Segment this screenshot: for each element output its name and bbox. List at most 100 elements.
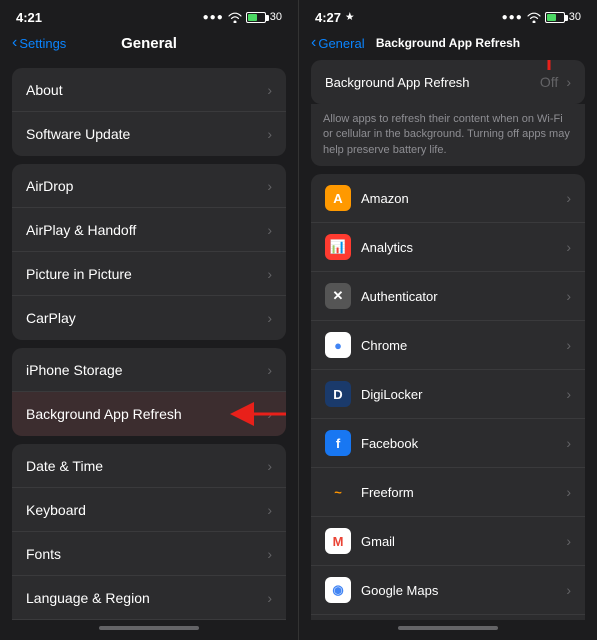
app-icon: ✕ [325,283,351,309]
left-screen: 4:21 ●●● 30 ‹ Settings General Ab [0,0,298,640]
left-status-icons: ●●● 30 [203,11,282,23]
left-settings-scroll[interactable]: About › Software Update › AirDrop › AirP… [0,60,298,620]
app-row[interactable]: A Amazon › [311,174,585,223]
wifi-icon [228,12,242,23]
toggle-value: Off [540,74,558,90]
row-software-update[interactable]: Software Update › [12,112,286,156]
apps-section: A Amazon › 📊 Analytics › ✕ Authenticator › ● Chrom… [311,174,585,620]
left-time: 4:21 [16,10,42,25]
left-back-button[interactable]: ‹ Settings [12,34,66,52]
app-icon: ● [325,332,351,358]
row-airdrop[interactable]: AirDrop › [12,164,286,208]
row-date-time[interactable]: Date & Time › [12,444,286,488]
signal-dots-icon: ●●● [502,12,523,23]
chevron-icon: › [566,74,571,90]
app-row[interactable]: f Facebook › [311,419,585,468]
home-indicator [0,620,298,640]
chevron-icon: › [566,484,571,500]
chevron-left-icon: ‹ [311,34,316,52]
right-content[interactable]: Background App Refresh Off › Allow apps … [299,60,597,620]
app-row[interactable]: ● Chrome › [311,321,585,370]
right-time: 4:27 [315,10,341,25]
chevron-icon: › [267,362,272,378]
app-row[interactable]: ~ Freeform › [311,468,585,517]
app-name: Chrome [361,338,562,353]
app-icon: D [325,381,351,407]
section-storage: iPhone Storage › Background App Refresh … [12,348,286,436]
chevron-icon: › [267,266,272,282]
red-arrow-up [535,60,563,72]
app-icon: A [325,185,351,211]
chevron-icon: › [267,310,272,326]
info-text: Allow apps to refresh their content when… [323,113,570,156]
row-keyboard[interactable]: Keyboard › [12,488,286,532]
row-iphone-storage[interactable]: iPhone Storage › [12,348,286,392]
right-status-bar: 4:27 ●●● 30 [299,0,597,30]
right-back-label: General [318,36,364,51]
app-row[interactable]: MGmail› [311,517,585,566]
chevron-icon: › [566,533,571,549]
left-status-bar: 4:21 ●●● 30 [0,0,298,30]
toggle-section: Background App Refresh Off › [311,60,585,104]
chevron-icon: › [267,178,272,194]
red-arrow-left [228,400,286,428]
chevron-icon: › [267,590,272,606]
chevron-icon: › [566,582,571,598]
left-back-label: Settings [19,36,66,51]
row-fonts[interactable]: Fonts › [12,532,286,576]
app-name: Analytics [361,240,562,255]
battery-percent: 30 [569,11,581,23]
row-about[interactable]: About › [12,68,286,112]
right-nav-title: Background App Refresh [376,36,520,50]
section-info: About › Software Update › [12,68,286,156]
app-row[interactable]: 📊 Analytics › [311,223,585,272]
right-back-button[interactable]: ‹ General [311,34,365,52]
app-name: Freeform [361,485,562,500]
app-icon: ~ [325,479,351,505]
app-row[interactable]: ◉ Google Maps › [311,566,585,615]
app-name: Facebook [361,436,562,451]
section-connectivity: AirDrop › AirPlay & Handoff › Picture in… [12,164,286,340]
chevron-icon: › [566,190,571,206]
app-row[interactable]: GGoogle Pay› [311,615,585,620]
chevron-icon: › [566,337,571,353]
chevron-icon: › [267,502,272,518]
app-name: Authenticator [361,289,562,304]
app-row[interactable]: D DigiLocker › [311,370,585,419]
right-nav-bar: ‹ General Background App Refresh [299,30,597,60]
app-icon: ◉ [325,577,351,603]
chevron-icon: › [566,239,571,255]
app-icon: M [325,528,351,554]
right-screen: 4:27 ●●● 30 ‹ General Background App Ref… [299,0,597,640]
info-banner: Allow apps to refresh their content when… [311,104,585,166]
row-background-app-refresh[interactable]: Background App Refresh › [12,392,286,436]
home-indicator [299,620,597,640]
row-airplay[interactable]: AirPlay & Handoff › [12,208,286,252]
chevron-left-icon: ‹ [12,34,17,52]
wifi-icon [527,12,541,23]
battery-icon [545,12,565,23]
signal-dots-icon: ●●● [203,12,224,23]
row-language-region[interactable]: Language & Region › [12,576,286,620]
row-carplay[interactable]: CarPlay › [12,296,286,340]
left-nav-bar: ‹ Settings General [0,30,298,60]
app-icon: f [325,430,351,456]
chevron-icon: › [267,222,272,238]
chevron-icon: › [267,82,272,98]
app-row[interactable]: ✕ Authenticator › [311,272,585,321]
chevron-icon: › [267,126,272,142]
app-icon: 📊 [325,234,351,260]
chevron-icon: › [267,458,272,474]
app-name: Amazon [361,191,562,206]
section-locale: Date & Time › Keyboard › Fonts › Languag… [12,444,286,620]
battery-percent: 30 [270,11,282,23]
battery-icon [246,12,266,23]
right-status-icons: ●●● 30 [502,11,581,23]
row-picture-in-picture[interactable]: Picture in Picture › [12,252,286,296]
app-name: Google Maps [361,583,562,598]
chevron-icon: › [566,386,571,402]
app-name: DigiLocker [361,387,562,402]
chevron-icon: › [566,435,571,451]
chevron-icon: › [566,288,571,304]
location-icon [345,12,355,22]
